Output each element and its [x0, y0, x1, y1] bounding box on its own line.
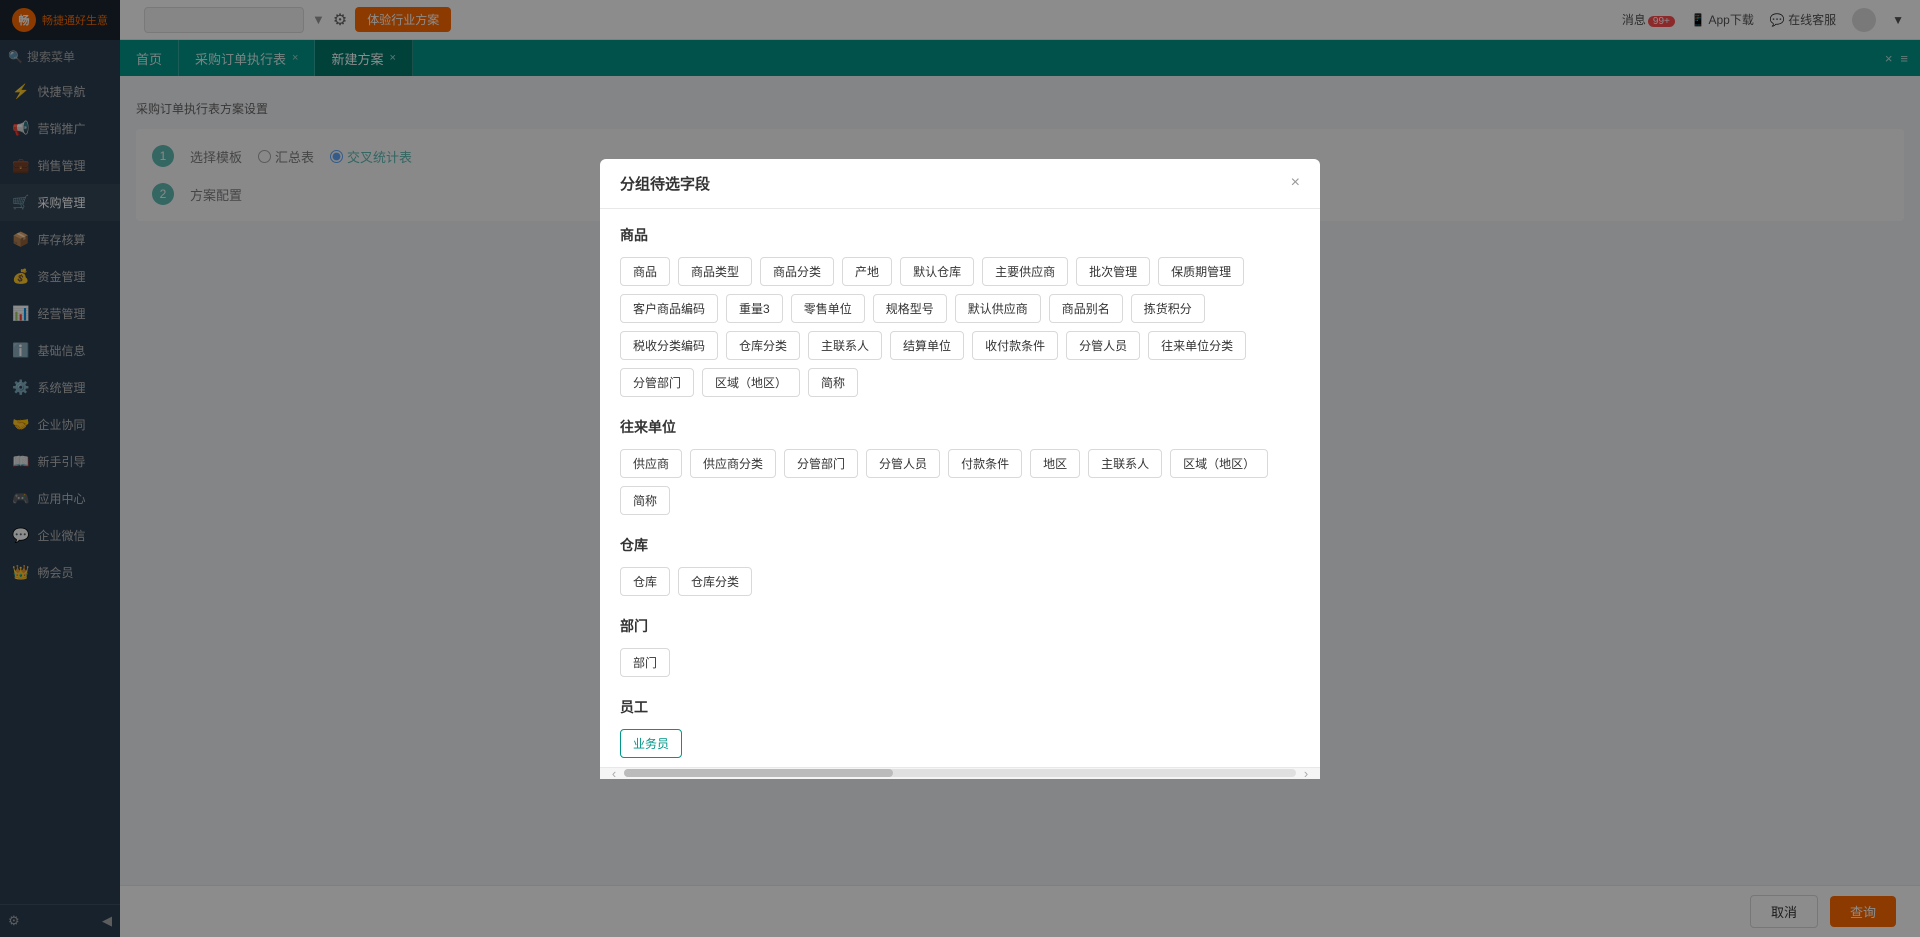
hscroll-right[interactable]: › — [1296, 766, 1316, 781]
field-tag[interactable]: 仓库分类 — [678, 567, 752, 596]
field-tag[interactable]: 客户商品编码 — [620, 294, 718, 323]
product-tags: 商品 商品类型 商品分类 产地 默认仓库 主要供应商 批次管理 保质期管理 客户… — [620, 257, 1300, 397]
section-employee: 员工 业务员 — [620, 697, 1300, 758]
modal-header: 分组待选字段 × — [600, 159, 1320, 209]
field-tag[interactable]: 分管部门 — [784, 449, 858, 478]
field-tag[interactable]: 分管部门 — [620, 368, 694, 397]
dept-tags: 部门 — [620, 648, 1300, 677]
field-tag[interactable]: 主联系人 — [808, 331, 882, 360]
field-tag[interactable]: 仓库分类 — [726, 331, 800, 360]
section-warehouse: 仓库 仓库 仓库分类 — [620, 535, 1300, 596]
warehouse-tags: 仓库 仓库分类 — [620, 567, 1300, 596]
field-tag[interactable]: 往来单位分类 — [1148, 331, 1246, 360]
field-tag[interactable]: 地区 — [1030, 449, 1080, 478]
partner-tags: 供应商 供应商分类 分管部门 分管人员 付款条件 地区 主联系人 区域（地区） … — [620, 449, 1300, 515]
field-tag[interactable]: 部门 — [620, 648, 670, 677]
field-tag[interactable]: 业务员 — [620, 729, 682, 758]
field-tag[interactable]: 主联系人 — [1088, 449, 1162, 478]
modal-close-btn[interactable]: × — [1291, 174, 1300, 192]
hscroll-thumb — [624, 769, 893, 777]
field-tag[interactable]: 商品别名 — [1049, 294, 1123, 323]
field-tag[interactable]: 拣货积分 — [1131, 294, 1205, 323]
section-partner: 往来单位 供应商 供应商分类 分管部门 分管人员 付款条件 地区 主联系人 区域… — [620, 417, 1300, 515]
field-tag[interactable]: 默认供应商 — [955, 294, 1041, 323]
field-tag[interactable]: 零售单位 — [791, 294, 865, 323]
field-tag[interactable]: 保质期管理 — [1158, 257, 1244, 286]
field-tag[interactable]: 批次管理 — [1076, 257, 1150, 286]
field-tag[interactable]: 付款条件 — [948, 449, 1022, 478]
field-tag[interactable]: 商品 — [620, 257, 670, 286]
field-tag[interactable]: 规格型号 — [873, 294, 947, 323]
hscroll-track — [624, 769, 1296, 777]
field-tag[interactable]: 默认仓库 — [900, 257, 974, 286]
field-tag[interactable]: 商品类型 — [678, 257, 752, 286]
field-tag[interactable]: 重量3 — [726, 294, 783, 323]
field-tag[interactable]: 供应商分类 — [690, 449, 776, 478]
field-tag[interactable]: 分管人员 — [866, 449, 940, 478]
field-tag[interactable]: 区域（地区） — [1170, 449, 1268, 478]
section-dept: 部门 部门 — [620, 616, 1300, 677]
field-tag[interactable]: 简称 — [808, 368, 858, 397]
hscroll-left[interactable]: ‹ — [604, 766, 624, 781]
field-tag[interactable]: 主要供应商 — [982, 257, 1068, 286]
field-tag[interactable]: 分管人员 — [1066, 331, 1140, 360]
modal-title: 分组待选字段 — [620, 173, 710, 194]
field-tag[interactable]: 税收分类编码 — [620, 331, 718, 360]
field-tag[interactable]: 仓库 — [620, 567, 670, 596]
section-dept-title: 部门 — [620, 616, 1300, 636]
section-warehouse-title: 仓库 — [620, 535, 1300, 555]
section-partner-title: 往来单位 — [620, 417, 1300, 437]
modal-overlay: 分组待选字段 × 商品 商品 商品类型 商品分类 产地 默认仓库 主要供应商 批… — [0, 0, 1920, 937]
field-select-modal: 分组待选字段 × 商品 商品 商品类型 商品分类 产地 默认仓库 主要供应商 批… — [600, 159, 1320, 779]
section-employee-title: 员工 — [620, 697, 1300, 717]
modal-body[interactable]: 商品 商品 商品类型 商品分类 产地 默认仓库 主要供应商 批次管理 保质期管理… — [600, 209, 1320, 767]
field-tag[interactable]: 收付款条件 — [972, 331, 1058, 360]
field-tag[interactable]: 供应商 — [620, 449, 682, 478]
modal-hscroll[interactable]: ‹ › — [600, 767, 1320, 779]
section-product: 商品 商品 商品类型 商品分类 产地 默认仓库 主要供应商 批次管理 保质期管理… — [620, 225, 1300, 397]
field-tag[interactable]: 产地 — [842, 257, 892, 286]
field-tag[interactable]: 商品分类 — [760, 257, 834, 286]
field-tag[interactable]: 简称 — [620, 486, 670, 515]
employee-tags: 业务员 — [620, 729, 1300, 758]
section-product-title: 商品 — [620, 225, 1300, 245]
field-tag[interactable]: 区域（地区） — [702, 368, 800, 397]
field-tag[interactable]: 结算单位 — [890, 331, 964, 360]
